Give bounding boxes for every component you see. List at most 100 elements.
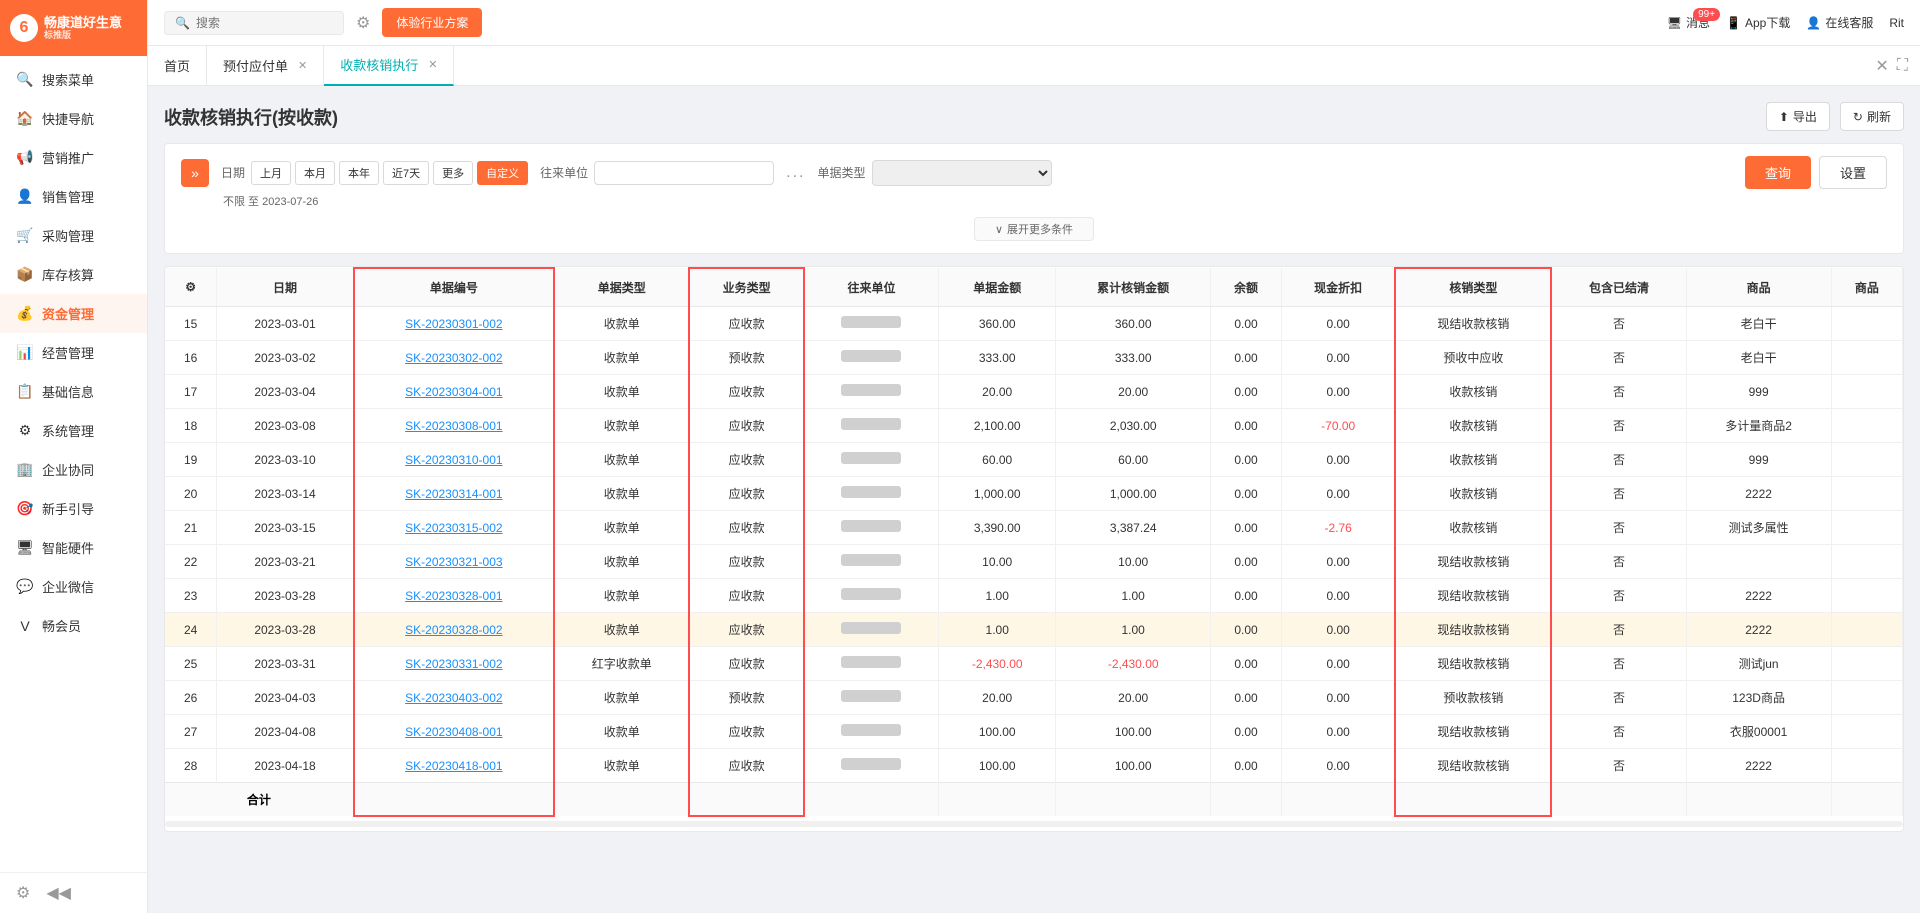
cell-doctype: 收款单 bbox=[554, 749, 689, 783]
cell-docno[interactable]: SK-20230321-003 bbox=[354, 545, 554, 579]
sidebar-item-wechat[interactable]: 💬企业微信 bbox=[0, 567, 147, 606]
doctype-select[interactable] bbox=[872, 160, 1052, 186]
sidebar-item-system[interactable]: ⚙系统管理 bbox=[0, 411, 147, 450]
cell-doctype: 收款单 bbox=[554, 375, 689, 409]
btn-7days[interactable]: 近7天 bbox=[383, 161, 429, 185]
cell-docno[interactable]: SK-20230314-001 bbox=[354, 477, 554, 511]
cell-docno[interactable]: SK-20230328-002 bbox=[354, 613, 554, 647]
refresh-btn[interactable]: ↻ 刷新 bbox=[1840, 102, 1904, 131]
settings-btn[interactable]: 设置 bbox=[1819, 156, 1887, 189]
cell-discount: 0.00 bbox=[1282, 477, 1396, 511]
btn-this-year[interactable]: 本年 bbox=[339, 161, 379, 185]
industry-btn[interactable]: 体验行业方案 bbox=[382, 8, 482, 37]
sidebar-footer: ⚙ ◀◀ bbox=[0, 872, 147, 913]
cell-docno[interactable]: SK-20230302-002 bbox=[354, 341, 554, 375]
cell-cumamt: -2,430.00 bbox=[1056, 647, 1210, 681]
nav-label-operation: 经营管理 bbox=[42, 343, 94, 362]
expand-more-btn[interactable]: ∨ 展开更多条件 bbox=[974, 217, 1094, 241]
table-row: 18 2023-03-08 SK-20230308-001 收款单 应收款 2,… bbox=[165, 409, 1903, 443]
cell-docno[interactable]: SK-20230328-001 bbox=[354, 579, 554, 613]
sidebar-item-inventory[interactable]: 📦库存核算 bbox=[0, 255, 147, 294]
date-label: 日期 bbox=[221, 164, 245, 181]
cell-no: 28 bbox=[165, 749, 217, 783]
topbar-search-box[interactable]: 🔍 bbox=[164, 11, 344, 35]
sidebar-item-basic[interactable]: 📋基础信息 bbox=[0, 372, 147, 411]
col-cumamt-head: 累计核销金额 bbox=[1056, 268, 1210, 307]
sidebar-item-guide[interactable]: 🎯新手引导 bbox=[0, 489, 147, 528]
cell-discount: 0.00 bbox=[1282, 749, 1396, 783]
tab-expand-btn[interactable]: ⛶ bbox=[1897, 57, 1908, 75]
tab-close-btn[interactable]: ✕ bbox=[1875, 56, 1888, 76]
cell-docno[interactable]: SK-20230403-002 bbox=[354, 681, 554, 715]
search-input[interactable] bbox=[196, 16, 316, 30]
cell-product2 bbox=[1831, 647, 1902, 681]
footer-biztype bbox=[689, 783, 804, 817]
settings-icon[interactable]: ⚙ bbox=[16, 883, 30, 903]
cell-discount: 0.00 bbox=[1282, 647, 1396, 681]
btn-this-month[interactable]: 本月 bbox=[295, 161, 335, 185]
tab-home[interactable]: 首页 bbox=[148, 46, 207, 86]
sidebar-item-enterprise[interactable]: 🏢企业协同 bbox=[0, 450, 147, 489]
sidebar-item-operation[interactable]: 📊经营管理 bbox=[0, 333, 147, 372]
cell-product: 2222 bbox=[1686, 579, 1831, 613]
cell-amount: 100.00 bbox=[938, 749, 1056, 783]
date-range-display: 不限 至 2023-07-26 bbox=[223, 196, 318, 208]
nav-icon-wechat: 💬 bbox=[16, 578, 34, 596]
topbar-msg[interactable]: 🖥 消息 99+ bbox=[1667, 14, 1710, 31]
cell-date: 2023-04-03 bbox=[217, 681, 354, 715]
page-header: 收款核销执行(按收款) ⬆ 导出 ↻ 刷新 bbox=[164, 102, 1904, 131]
filter-expand-btn[interactable]: » bbox=[181, 159, 209, 187]
btn-custom-date[interactable]: 自定义 bbox=[477, 161, 528, 185]
cell-docno[interactable]: SK-20230408-001 bbox=[354, 715, 554, 749]
cell-balance: 0.00 bbox=[1210, 647, 1281, 681]
cell-docno[interactable]: SK-20230315-002 bbox=[354, 511, 554, 545]
export-btn[interactable]: ⬆ 导出 bbox=[1766, 102, 1830, 131]
sidebar-item-hardware[interactable]: 🖥智能硬件 bbox=[0, 528, 147, 567]
cell-balance: 0.00 bbox=[1210, 613, 1281, 647]
footer-balance bbox=[1210, 783, 1281, 817]
cell-docno[interactable]: SK-20230304-001 bbox=[354, 375, 554, 409]
sidebar-item-marketing[interactable]: 📢营销推广 bbox=[0, 138, 147, 177]
sidebar-item-quick[interactable]: 🏠快捷导航 bbox=[0, 99, 147, 138]
cell-discount: 0.00 bbox=[1282, 715, 1396, 749]
tab-collection[interactable]: 收款核销执行 ✕ bbox=[324, 46, 454, 86]
btn-last-month[interactable]: 上月 bbox=[251, 161, 291, 185]
col-amount-head: 单据金额 bbox=[938, 268, 1056, 307]
topbar-service[interactable]: 👤 在线客服 bbox=[1806, 14, 1873, 31]
table-row: 28 2023-04-18 SK-20230418-001 收款单 应收款 10… bbox=[165, 749, 1903, 783]
topbar-app[interactable]: 📱 App下载 bbox=[1726, 14, 1790, 31]
cell-doctype: 收款单 bbox=[554, 545, 689, 579]
cell-docno[interactable]: SK-20230331-002 bbox=[354, 647, 554, 681]
sidebar-item-search[interactable]: 🔍搜索菜单 bbox=[0, 60, 147, 99]
col-discount-head: 现金折扣 bbox=[1282, 268, 1396, 307]
cell-docno[interactable]: SK-20230418-001 bbox=[354, 749, 554, 783]
logo-text: 畅康道好生意 标推版 bbox=[44, 15, 122, 41]
close-prepayment-tab[interactable]: ✕ bbox=[298, 59, 307, 72]
cell-docno[interactable]: SK-20230301-002 bbox=[354, 307, 554, 341]
table-scrollbar[interactable] bbox=[165, 821, 1903, 827]
topbar: 🔍 ⚙ 体验行业方案 🖥 消息 99+ 📱 App下载 👤 在线客服 Rit bbox=[148, 0, 1920, 46]
cell-canceltype: 现结收款核销 bbox=[1395, 545, 1551, 579]
partner-input[interactable] bbox=[594, 161, 774, 185]
topbar-gear-icon[interactable]: ⚙ bbox=[356, 13, 370, 33]
close-collection-tab[interactable]: ✕ bbox=[428, 58, 437, 71]
cell-docno[interactable]: SK-20230308-001 bbox=[354, 409, 554, 443]
cell-settled: 否 bbox=[1551, 715, 1686, 749]
col-settings-head[interactable]: ⚙ bbox=[165, 268, 217, 307]
sidebar-item-member[interactable]: V畅会员 bbox=[0, 606, 147, 645]
col-biztype-head: 业务类型 bbox=[689, 268, 804, 307]
tab-prepayment[interactable]: 预付应付单 ✕ bbox=[207, 46, 324, 86]
query-btn[interactable]: 查询 bbox=[1745, 156, 1811, 189]
sidebar-item-finance[interactable]: 💰资金管理 bbox=[0, 294, 147, 333]
sidebar-nav: 🔍搜索菜单🏠快捷导航📢营销推广👤销售管理🛒采购管理📦库存核算💰资金管理📊经营管理… bbox=[0, 56, 147, 872]
cell-partner bbox=[804, 443, 938, 477]
collapse-icon[interactable]: ◀◀ bbox=[46, 883, 71, 903]
page-actions: ⬆ 导出 ↻ 刷新 bbox=[1766, 102, 1904, 131]
cell-docno[interactable]: SK-20230310-001 bbox=[354, 443, 554, 477]
footer-docno bbox=[354, 783, 554, 817]
btn-more-dates[interactable]: 更多 bbox=[433, 161, 473, 185]
sidebar-item-sales[interactable]: 👤销售管理 bbox=[0, 177, 147, 216]
topbar-user[interactable]: Rit bbox=[1889, 16, 1904, 30]
app-icon: 📱 bbox=[1726, 16, 1741, 30]
sidebar-item-purchase[interactable]: 🛒采购管理 bbox=[0, 216, 147, 255]
